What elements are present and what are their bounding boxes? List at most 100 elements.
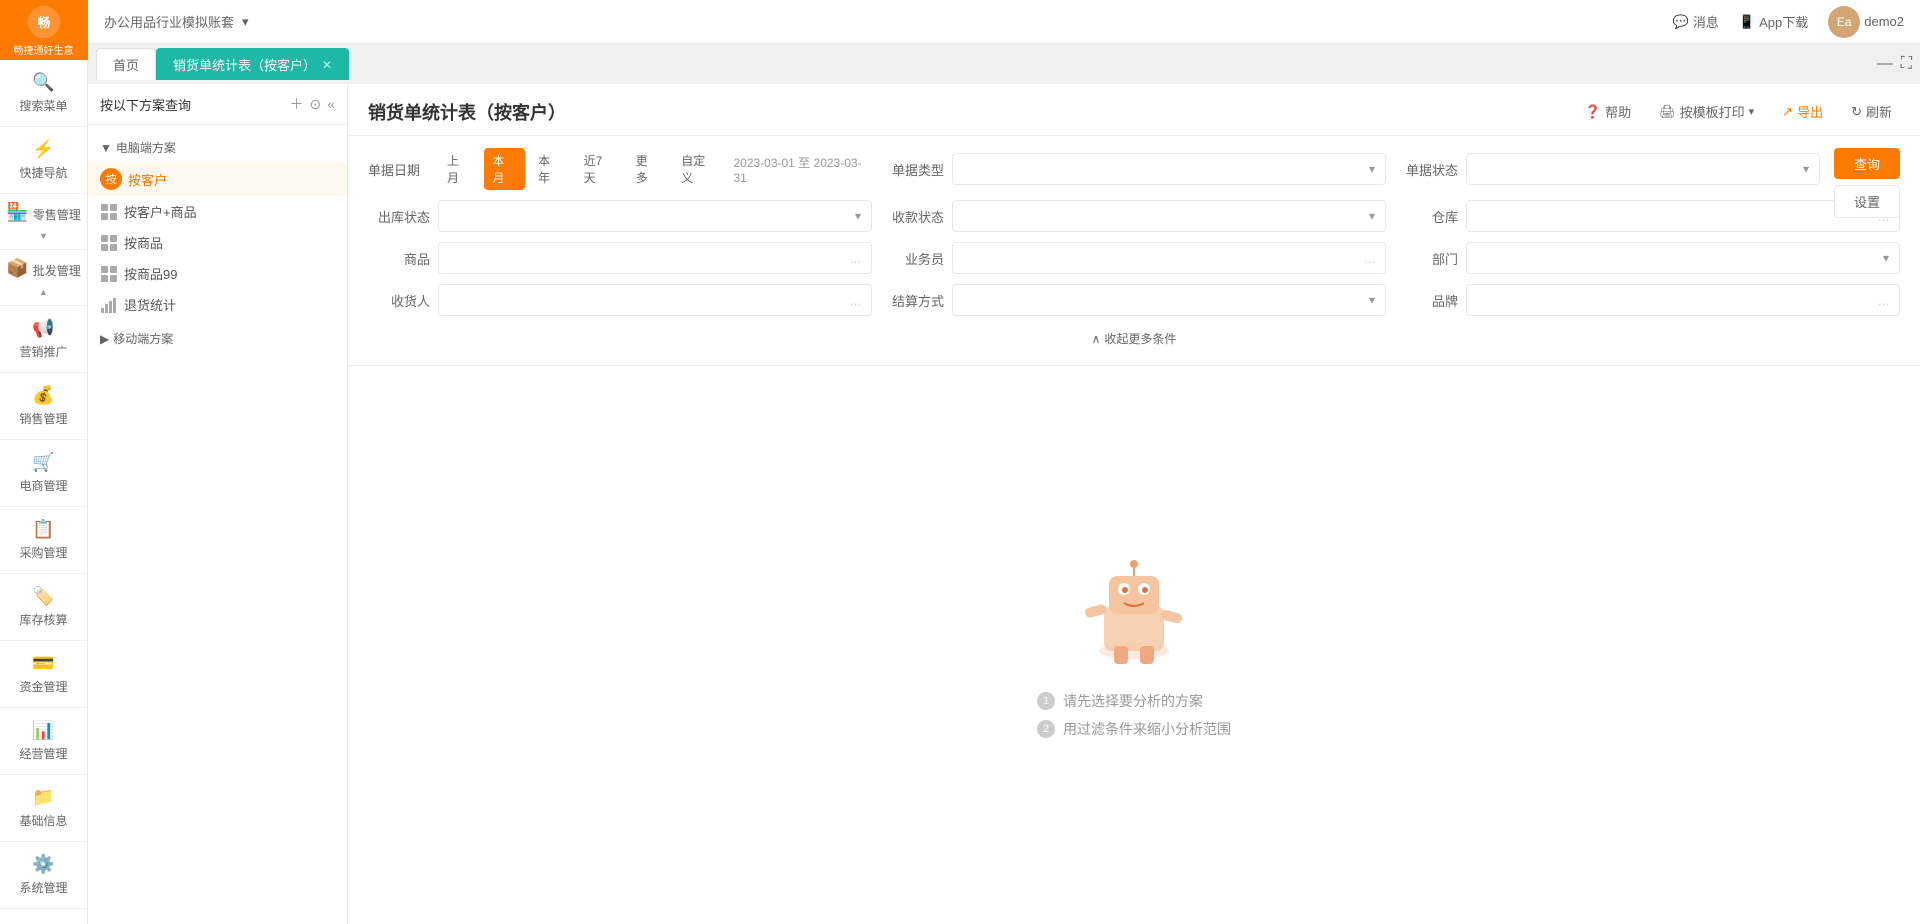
date-filter-item: 单据日期 上月 本月 本年 近7天 更多 自定义 2023-03-01 至 20…: [368, 148, 872, 190]
sidebar-item-label: 批发管理: [33, 262, 81, 279]
sidebar-item-label: 销售管理: [19, 410, 67, 427]
dept-select[interactable]: ▾: [1466, 242, 1900, 274]
date-btn-last-month[interactable]: 上月: [438, 148, 480, 190]
collapse-text: 收起更多条件: [1104, 330, 1176, 347]
sidebar-item-ecom[interactable]: 🛒 电商管理: [0, 440, 87, 507]
msg-label: 消息: [1693, 12, 1719, 31]
user-avatar: Ea: [1828, 6, 1860, 38]
sidebar-item-label: 快捷导航: [19, 164, 67, 181]
step2-num: 2: [1037, 720, 1055, 738]
scheme-edit-btn[interactable]: ⊙: [309, 94, 321, 114]
query-buttons: 查询 设置: [1834, 148, 1900, 218]
receiver-select[interactable]: ...: [438, 284, 872, 316]
page-header: 销货单统计表（按客户） ❓ 帮助 🖨 按模板打印 ▾ ↗ 导出: [348, 84, 1920, 136]
date-btn-more[interactable]: 更多: [627, 148, 669, 190]
date-label: 单据日期: [368, 160, 438, 179]
sidebar-item-label: 营销推广: [19, 343, 67, 360]
sidebar-item-quick-nav[interactable]: ⚡ 快捷导航: [0, 127, 87, 194]
tree-group-mobile[interactable]: ▶ 移动端方案: [88, 324, 347, 353]
user-profile[interactable]: Ea demo2: [1828, 6, 1904, 38]
brand-label: 品牌: [1396, 291, 1466, 310]
sidebar-item-enterprise[interactable]: 🤝 企业协同: [0, 909, 87, 924]
warehouse-filter-item: 仓库 ...: [1396, 200, 1900, 232]
dropdown-arrow-icon[interactable]: ▾: [242, 14, 249, 30]
sidebar-item-biz[interactable]: 📊 经营管理: [0, 708, 87, 775]
scheme-panel: 按以下方案查询 ＋ ⊙ « ▼ 电脑端方案: [88, 84, 348, 924]
doc-status-select[interactable]: ▾: [1466, 153, 1820, 185]
receipt-status-arrow-icon: ▾: [1369, 209, 1375, 223]
sales-icon: 💰: [32, 385, 54, 406]
tab-maximize-btn[interactable]: ⛶: [1901, 55, 1912, 73]
msg-icon: 💬: [1673, 14, 1689, 30]
sidebar-item-search[interactable]: 🔍 搜索菜单: [0, 60, 87, 127]
tree-mobile-label: 移动端方案: [113, 330, 173, 347]
step1-num: 1: [1037, 692, 1055, 710]
goods-label: 商品: [368, 249, 438, 268]
customer-active-icon: 按: [100, 168, 122, 190]
sidebar-item-retail[interactable]: 🏪 零售管理 ▼: [0, 194, 87, 250]
logo[interactable]: 畅 畅捷通好生意: [0, 0, 88, 60]
receiver-dots-icon: ...: [850, 293, 861, 308]
scheme-item-by-goods[interactable]: 按商品: [88, 227, 347, 258]
topbar-left: 办公用品行业模拟账套 ▾: [104, 12, 249, 31]
app-download-btn[interactable]: 📱 App下载: [1739, 12, 1808, 31]
goods-select[interactable]: ...: [438, 242, 872, 274]
tab-sales-stats-label: 销货单统计表（按客户）: [173, 55, 316, 74]
content: 按以下方案查询 ＋ ⊙ « ▼ 电脑端方案: [88, 84, 1920, 924]
scheme-item-by-customer[interactable]: 按 按客户: [88, 162, 347, 196]
scheme-item-goods99[interactable]: 按商品99: [88, 258, 347, 289]
tab-sales-stats[interactable]: 销货单统计表（按客户） ✕: [156, 48, 349, 80]
customer-goods-icon: [100, 203, 118, 221]
goods99-icon: [100, 265, 118, 283]
sidebar-item-sales[interactable]: 💰 销售管理: [0, 373, 87, 440]
template-print-btn[interactable]: 🖨 按模板打印 ▾: [1651, 98, 1762, 125]
date-btn-this-month[interactable]: 本月: [484, 148, 526, 190]
settle-label: 结算方式: [882, 291, 952, 310]
tab-home[interactable]: 首页: [96, 48, 156, 80]
refresh-icon: ↻: [1851, 104, 1862, 120]
settle-select[interactable]: ▾: [952, 284, 1386, 316]
collapse-bar[interactable]: ∧ 收起更多条件: [368, 324, 1900, 353]
sidebar-item-inventory[interactable]: 🏷️ 库存核算: [0, 574, 87, 641]
settings-btn[interactable]: 设置: [1834, 185, 1900, 218]
scheme-add-btn[interactable]: ＋: [289, 94, 303, 114]
sidebar-item-finance[interactable]: 💳 资金管理: [0, 641, 87, 708]
date-btn-last7[interactable]: 近7天: [575, 148, 623, 190]
sidebar-item-purchase[interactable]: 📋 采购管理: [0, 507, 87, 574]
refresh-btn[interactable]: ↻ 刷新: [1843, 98, 1900, 125]
date-btn-this-year[interactable]: 本年: [529, 148, 571, 190]
brand-select[interactable]: ...: [1466, 284, 1900, 316]
scheme-item-label: 按客户: [128, 170, 167, 189]
help-btn[interactable]: ❓ 帮助: [1577, 98, 1639, 125]
help-label: 帮助: [1605, 102, 1631, 121]
tab-close-icon[interactable]: ✕: [322, 58, 332, 72]
sidebar-item-wholesale[interactable]: 📦 批发管理 ▲: [0, 250, 87, 306]
sidebar-item-marketing[interactable]: 📢 营销推广: [0, 306, 87, 373]
refresh-label: 刷新: [1866, 102, 1892, 121]
doc-status-arrow-icon: ▾: [1803, 162, 1809, 176]
salesperson-select[interactable]: ...: [952, 242, 1386, 274]
doc-type-select[interactable]: ▾: [952, 153, 1386, 185]
empty-state: 1 请先选择要分析的方案 2 用过滤条件来缩小分析范围: [348, 366, 1920, 924]
scheme-item-return-stats[interactable]: 退货统计: [88, 289, 347, 320]
topbar: 办公用品行业模拟账套 ▾ 💬 消息 📱 App下载 Ea demo2: [88, 0, 1920, 44]
out-status-select[interactable]: ▾: [438, 200, 872, 232]
export-btn[interactable]: ↗ 导出: [1774, 98, 1831, 125]
doc-type-filter-item: 单据类型 ▾: [882, 148, 1386, 190]
date-btn-custom[interactable]: 自定义: [672, 148, 725, 190]
sidebar-item-system[interactable]: ⚙️ 系统管理: [0, 842, 87, 909]
wholesale-icon: 📦: [6, 258, 28, 279]
biz-icon: 📊: [32, 720, 54, 741]
query-btn[interactable]: 查询: [1834, 148, 1900, 179]
tree-group-desktop[interactable]: ▼ 电脑端方案: [88, 133, 347, 162]
scheme-item-label: 退货统计: [124, 295, 176, 314]
receipt-status-select[interactable]: ▾: [952, 200, 1386, 232]
scheme-collapse-btn[interactable]: «: [327, 94, 335, 114]
brand-filter-item: 品牌 ...: [1396, 284, 1900, 316]
sidebar-item-basic[interactable]: 📁 基础信息: [0, 775, 87, 842]
tab-minimize-btn[interactable]: —: [1877, 55, 1893, 73]
step1-text: 请先选择要分析的方案: [1063, 691, 1203, 711]
msg-btn[interactable]: 💬 消息: [1673, 12, 1719, 31]
empty-step2: 2 用过滤条件来缩小分析范围: [1037, 719, 1231, 739]
scheme-item-customer-goods[interactable]: 按客户+商品: [88, 196, 347, 227]
